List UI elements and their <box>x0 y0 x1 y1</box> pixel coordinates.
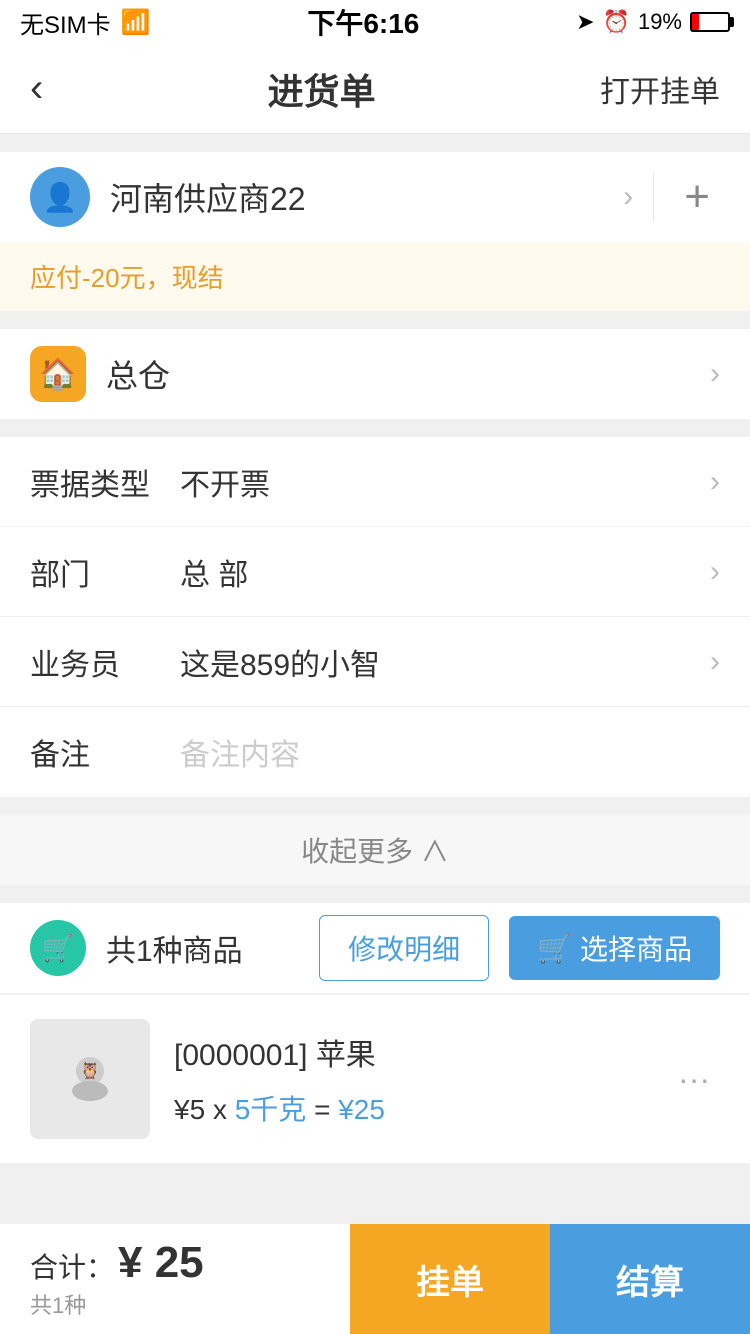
pending-button[interactable]: 挂单 <box>350 1224 550 1334</box>
remark-placeholder[interactable]: 备注内容 <box>150 730 720 774</box>
unit-price: ¥5 <box>174 1094 205 1125</box>
remark-label: 备注 <box>30 730 150 774</box>
divider-1 <box>0 134 750 152</box>
supplier-name: 河南供应商22 <box>110 174 623 220</box>
bottom-bar: 合计： ¥ 25 共1种 挂单 结算 <box>0 1224 750 1334</box>
status-right: ➤ ⏰ 19% <box>576 9 730 35</box>
quantity: 5千克 <box>235 1094 307 1125</box>
product-code: [0000001] <box>174 1039 307 1072</box>
location-icon: ➤ <box>576 9 594 35</box>
multiply-sign: x <box>213 1094 235 1125</box>
department-value: 总 部 <box>150 550 710 594</box>
supplier-avatar: 👤 <box>30 167 90 227</box>
total-label: 合计： <box>30 1246 114 1286</box>
total-section: 合计： ¥ 25 共1种 <box>0 1238 350 1320</box>
invoice-value: 不开票 <box>150 460 710 504</box>
salesperson-value: 这是859的小智 <box>150 640 710 684</box>
collapse-label: 收起更多 ∧ <box>301 830 449 870</box>
checkout-button[interactable]: 结算 <box>550 1224 750 1334</box>
warehouse-section[interactable]: 🏠 总仓 › <box>0 329 750 419</box>
product-item: 🦉 [0000001] 苹果 ¥5 x 5千克 = ¥25 ··· <box>0 995 750 1163</box>
alarm-icon: ⏰ <box>603 9 630 35</box>
battery-icon <box>690 12 730 32</box>
edit-detail-button[interactable]: 修改明细 <box>319 915 489 981</box>
select-products-button[interactable]: 🛒 选择商品 <box>509 916 720 980</box>
invoice-chevron-icon: › <box>710 465 720 499</box>
status-left: 无SIM卡 📶 <box>20 5 151 40</box>
open-pending-button[interactable]: 打开挂单 <box>600 67 720 111</box>
salesperson-row[interactable]: 业务员 这是859的小智 › <box>0 617 750 707</box>
total-amount: ¥ 25 <box>118 1238 204 1288</box>
products-count: 共1种商品 <box>106 926 299 970</box>
form-section: 票据类型 不开票 › 部门 总 部 › 业务员 这是859的小智 › 备注 备注… <box>0 437 750 797</box>
invoice-row[interactable]: 票据类型 不开票 › <box>0 437 750 527</box>
warehouse-row[interactable]: 🏠 总仓 › <box>0 329 750 419</box>
product-image: 🦉 <box>30 1019 150 1139</box>
select-icon: 🛒 <box>537 932 572 965</box>
product-name: [0000001] 苹果 <box>174 1030 644 1074</box>
collapse-button[interactable]: 收起更多 ∧ <box>0 815 750 885</box>
warehouse-chevron-icon: › <box>710 357 720 391</box>
back-button[interactable]: ‹ <box>30 66 43 111</box>
status-bar: 无SIM卡 📶 下午6:16 ➤ ⏰ 19% <box>0 0 750 44</box>
product-title: 苹果 <box>316 1039 376 1072</box>
product-price: ¥5 x 5千克 = ¥25 <box>174 1088 644 1128</box>
product-info: [0000001] 苹果 ¥5 x 5千克 = ¥25 <box>174 1030 644 1128</box>
salesperson-label: 业务员 <box>30 640 150 684</box>
battery-label: 19% <box>638 9 682 35</box>
warehouse-icon: 🏠 <box>30 346 86 402</box>
vertical-divider <box>653 172 654 222</box>
equals-sign: = <box>314 1094 338 1125</box>
cart-icon: 🛒 <box>42 933 74 964</box>
invoice-label: 票据类型 <box>30 460 150 504</box>
supplier-row[interactable]: 👤 河南供应商22 › + <box>0 152 750 242</box>
products-header: 🛒 共1种商品 修改明细 🛒 选择商品 <box>0 903 750 993</box>
product-more-button[interactable]: ··· <box>668 1051 720 1108</box>
wifi-icon: 📶 <box>121 8 151 37</box>
total-price: ¥25 <box>338 1094 385 1125</box>
salesperson-chevron-icon: › <box>710 645 720 679</box>
svg-text:🦉: 🦉 <box>80 1062 100 1080</box>
supplier-alert: 应付-20元，现结 <box>0 242 750 311</box>
carrier-label: 无SIM卡 <box>20 5 111 40</box>
avatar-icon: 👤 <box>43 181 78 214</box>
page-title: 进货单 <box>268 63 376 115</box>
supplier-chevron-icon: › <box>623 180 633 214</box>
add-supplier-button[interactable]: + <box>674 172 720 222</box>
supplier-section: 👤 河南供应商22 › + 应付-20元，现结 <box>0 152 750 311</box>
department-chevron-icon: › <box>710 555 720 589</box>
select-label: 选择商品 <box>580 928 692 968</box>
warehouse-name: 总仓 <box>106 351 710 397</box>
total-count: 共1种 <box>30 1288 320 1320</box>
products-icon: 🛒 <box>30 920 86 976</box>
nav-bar: ‹ 进货单 打开挂单 <box>0 44 750 134</box>
department-label: 部门 <box>30 550 150 594</box>
status-time: 下午6:16 <box>307 2 419 42</box>
remark-row[interactable]: 备注 备注内容 <box>0 707 750 797</box>
department-row[interactable]: 部门 总 部 › <box>0 527 750 617</box>
product-thumbnail: 🦉 <box>30 1019 150 1139</box>
